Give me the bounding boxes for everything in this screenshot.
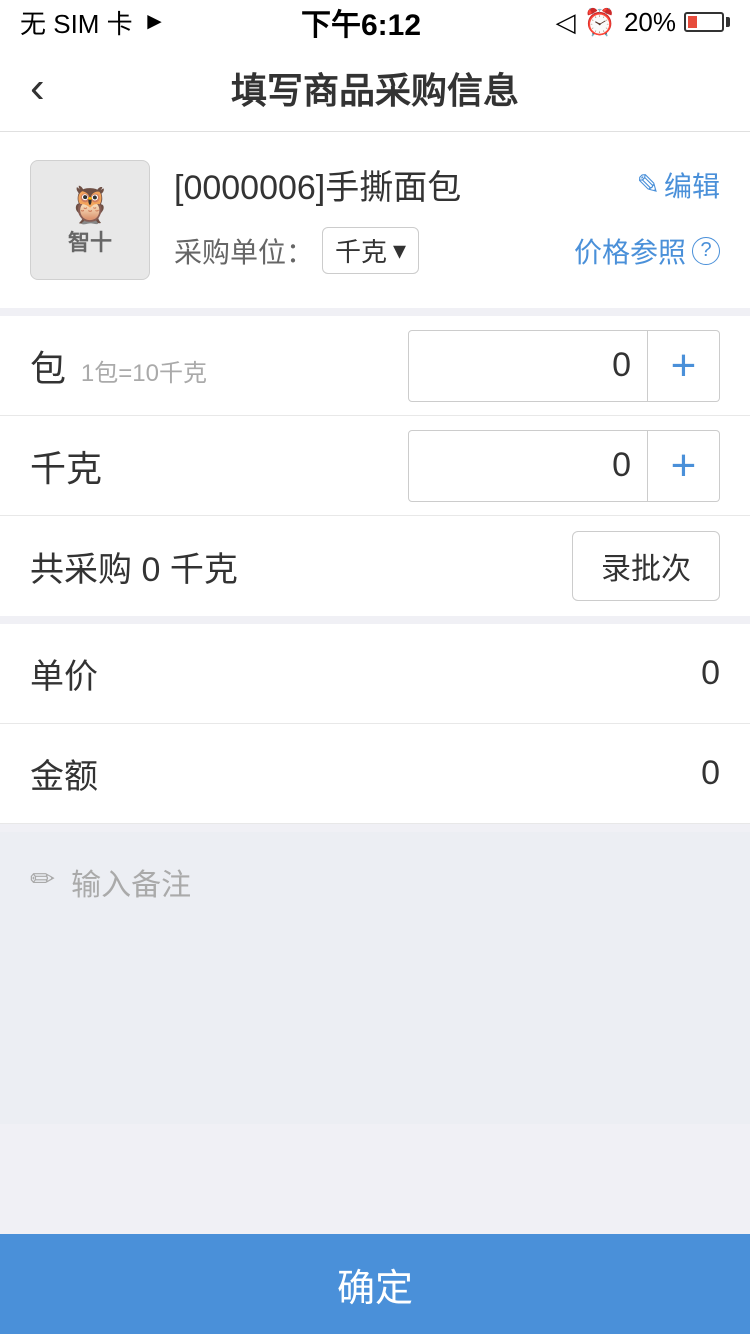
note-input[interactable]: 输入备注 (71, 860, 191, 904)
bag-label: 包 (30, 348, 66, 389)
status-time: 下午6:12 (301, 0, 421, 44)
price-info-section: 单价 0 金额 0 (0, 624, 750, 824)
wifi-icon: ► (143, 8, 167, 36)
kg-input-row: 千克 0 + (0, 416, 750, 516)
product-info: [0000006]手撕面包 ✎ 编辑 采购单位： 千克 ▾ 价格参照 ? (174, 160, 720, 274)
confirm-button[interactable]: 确定 (0, 1234, 750, 1334)
location-icon: ◁ (556, 7, 576, 38)
unit-value: 千克 (335, 232, 387, 269)
sim-status: 无 SIM 卡 (20, 4, 133, 41)
nav-bar: ‹ 填写商品采购信息 (0, 44, 750, 132)
kg-label: 千克 (30, 448, 102, 489)
battery-percentage: 20% (624, 7, 676, 38)
bag-sub-label: 1包=10千克 (81, 360, 207, 387)
alarm-icon: ⏰ (584, 7, 616, 38)
bag-input-group: 0 + (408, 330, 720, 402)
back-button[interactable]: ‹ (30, 63, 45, 113)
kg-input[interactable]: 0 (408, 430, 648, 502)
product-card: 🦉 智十 [0000006]手撕面包 ✎ 编辑 采购单位： 千克 ▾ (0, 132, 750, 316)
kg-input-group: 0 + (408, 430, 720, 502)
unit-price-label: 单价 (30, 649, 98, 698)
unit-price-value: 0 (701, 654, 720, 693)
bag-plus-button[interactable]: + (648, 330, 720, 402)
product-logo: 🦉 智十 (68, 183, 113, 257)
unit-row: 采购单位： 千克 ▾ 价格参照 ? (174, 227, 720, 274)
bag-input-row: 包 1包=10千克 0 + (0, 316, 750, 416)
status-left: 无 SIM 卡 ► (20, 4, 166, 41)
note-section[interactable]: ✏ 输入备注 (0, 824, 750, 1124)
dropdown-icon: ▾ (393, 235, 406, 266)
input-section: 包 1包=10千克 0 + 千克 0 + (0, 316, 750, 516)
total-text: 共采购 0 千克 (30, 542, 238, 591)
bag-label-group: 包 1包=10千克 (30, 340, 207, 392)
product-name-row: [0000006]手撕面包 ✎ 编辑 (174, 160, 720, 209)
note-icon: ✏ (30, 862, 55, 897)
price-ref-help-icon: ? (692, 237, 720, 265)
product-name: [0000006]手撕面包 (174, 160, 461, 209)
status-bar: 无 SIM 卡 ► 下午6:12 ◁ ⏰ 20% (0, 0, 750, 44)
total-section: 共采购 0 千克 录批次 (0, 516, 750, 624)
edit-button[interactable]: ✎ 编辑 (637, 165, 720, 205)
battery-icon (684, 12, 730, 32)
amount-label: 金额 (30, 749, 98, 798)
bag-input[interactable]: 0 (408, 330, 648, 402)
amount-value: 0 (701, 754, 720, 793)
kg-label-group: 千克 (30, 440, 150, 492)
unit-label: 采购单位： (174, 231, 314, 271)
kg-plus-button[interactable]: + (648, 430, 720, 502)
product-image: 🦉 智十 (30, 160, 150, 280)
total-row: 共采购 0 千克 录批次 (0, 516, 750, 616)
page-title: 填写商品采购信息 (231, 62, 519, 114)
price-ref-label: 价格参照 (574, 231, 686, 271)
edit-icon: ✎ (637, 168, 660, 201)
unit-price-row: 单价 0 (0, 624, 750, 724)
price-ref-button[interactable]: 价格参照 ? (574, 231, 720, 271)
status-right: ◁ ⏰ 20% (556, 7, 730, 38)
record-batch-button[interactable]: 录批次 (572, 531, 720, 601)
unit-select[interactable]: 千克 ▾ (322, 227, 419, 274)
amount-row: 金额 0 (0, 724, 750, 824)
